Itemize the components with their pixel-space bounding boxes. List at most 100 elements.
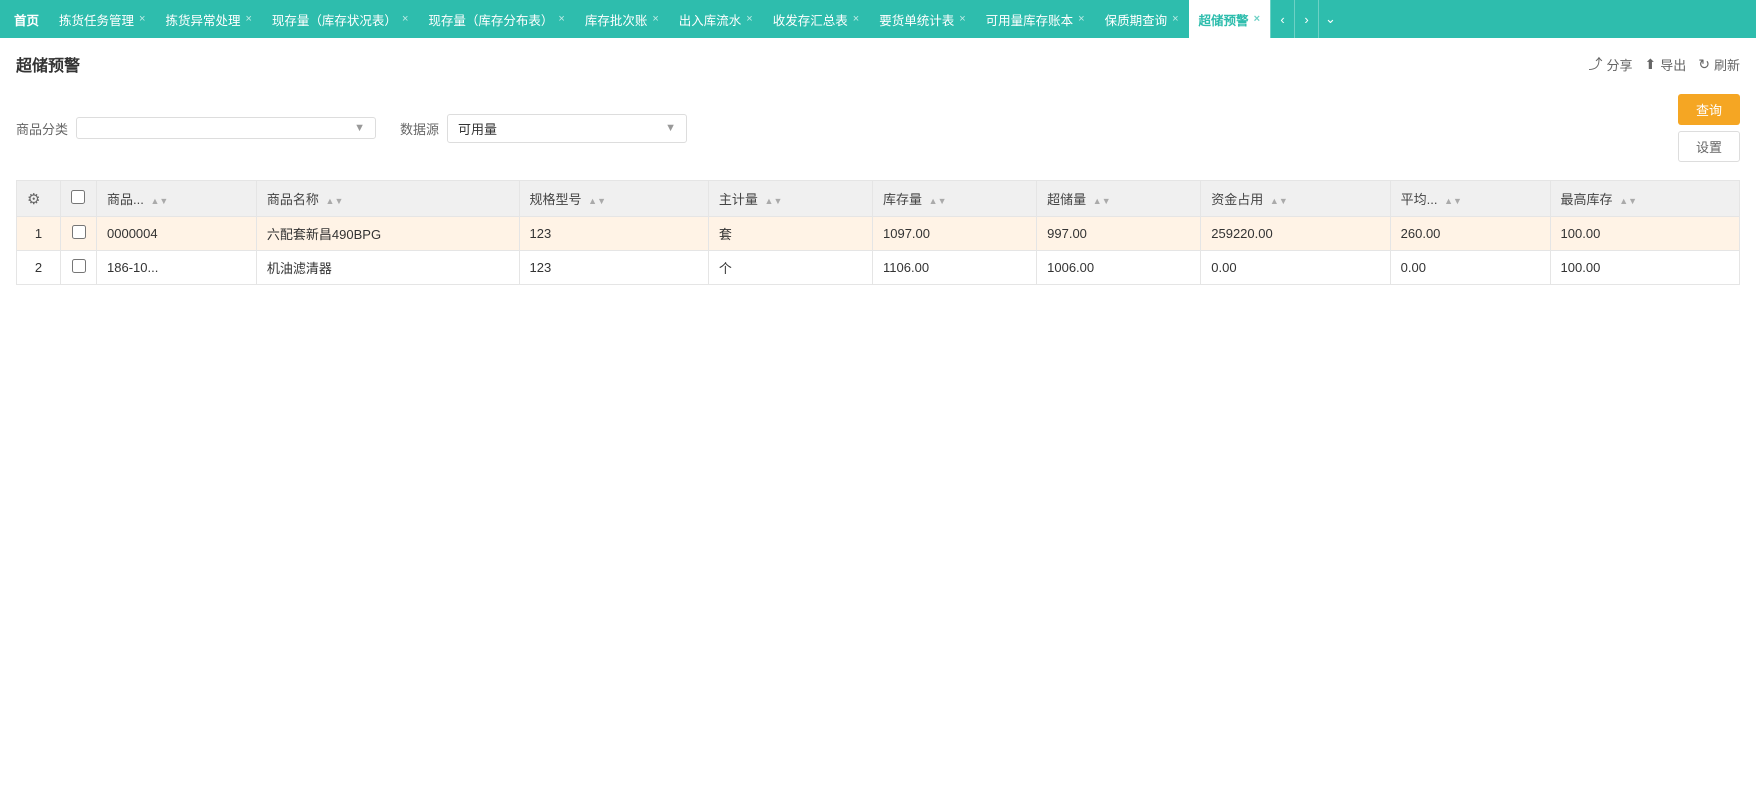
- th-spec: 规格型号 ▲▼: [519, 181, 708, 217]
- close-icon[interactable]: ×: [1172, 13, 1178, 25]
- datasource-filter: 数据源 可用量 ▼: [400, 114, 687, 143]
- row-seq: 2: [17, 251, 61, 285]
- select-all-checkbox[interactable]: [71, 190, 85, 204]
- nav-available-account[interactable]: 可用量库存账本 ×: [976, 0, 1095, 38]
- row-checkbox-cell: [61, 251, 97, 285]
- row-checkbox[interactable]: [72, 259, 86, 273]
- refresh-icon: ↻: [1698, 56, 1710, 73]
- cell-max-stock: 100.00: [1550, 251, 1739, 285]
- nav-picking-task[interactable]: 拣货任务管理 ×: [49, 0, 155, 38]
- cell-overstock: 997.00: [1037, 217, 1201, 251]
- cell-max-stock: 100.00: [1550, 217, 1739, 251]
- row-seq: 1: [17, 217, 61, 251]
- datasource-select[interactable]: 可用量 ▼: [447, 114, 687, 143]
- category-select[interactable]: ▼: [76, 117, 376, 139]
- th-avg: 平均... ▲▼: [1390, 181, 1550, 217]
- close-icon[interactable]: ×: [853, 13, 859, 25]
- sort-icon[interactable]: ▲▼: [150, 196, 168, 206]
- close-icon[interactable]: ×: [1254, 13, 1260, 25]
- close-icon[interactable]: ×: [652, 13, 658, 25]
- close-icon[interactable]: ×: [139, 13, 145, 25]
- settings-button[interactable]: 设置: [1678, 131, 1740, 162]
- cell-product-code: 0000004: [97, 217, 257, 251]
- export-button[interactable]: ⬆ 导出: [1645, 55, 1687, 74]
- row-checkbox[interactable]: [72, 225, 86, 239]
- nav-next-arrow[interactable]: ›: [1294, 0, 1318, 38]
- table-header: ⚙ 商品... ▲▼ 商品名称 ▲▼ 规格型号 ▲▼ 主计: [17, 181, 1740, 217]
- nav-summary[interactable]: 收发存汇总表 ×: [763, 0, 869, 38]
- nav-home[interactable]: 首页: [4, 0, 49, 38]
- datasource-value: 可用量: [458, 119, 497, 138]
- close-icon[interactable]: ×: [1078, 13, 1084, 25]
- close-icon[interactable]: ×: [959, 13, 965, 25]
- nav-stock-status[interactable]: 现存量（库存状况表） ×: [262, 0, 418, 38]
- nav-prev-arrow[interactable]: ‹: [1270, 0, 1294, 38]
- cell-unit: 个: [708, 251, 872, 285]
- th-stock: 库存量 ▲▼: [873, 181, 1037, 217]
- gear-icon[interactable]: ⚙: [27, 191, 40, 208]
- cell-unit: 套: [708, 217, 872, 251]
- share-button[interactable]: ⤴ 分享: [1588, 54, 1632, 74]
- refresh-button[interactable]: ↻ 刷新: [1698, 55, 1740, 74]
- page-content: 超储预警 ⤴ 分享 ⬆ 导出 ↻ 刷新 商品分类 ▼ 数据源: [0, 38, 1756, 800]
- table-row: 2 186-10... 机油滤清器 123 个 1106.00 1006.00 …: [17, 251, 1740, 285]
- cell-avg: 260.00: [1390, 217, 1550, 251]
- nav-overstock-warning[interactable]: 超储预警 ×: [1189, 0, 1270, 38]
- th-product-name: 商品名称 ▲▼: [256, 181, 519, 217]
- data-table: ⚙ 商品... ▲▼ 商品名称 ▲▼ 规格型号 ▲▼ 主计: [16, 180, 1740, 285]
- table-row: 1 0000004 六配套新昌490BPG 123 套 1097.00 997.…: [17, 217, 1740, 251]
- sort-icon[interactable]: ▲▼: [1619, 196, 1637, 206]
- nav-order-stats[interactable]: 要货单统计表 ×: [869, 0, 975, 38]
- th-max-stock: 最高库存 ▲▼: [1550, 181, 1739, 217]
- sort-icon[interactable]: ▲▼: [929, 196, 947, 206]
- nav-quality-query[interactable]: 保质期查询 ×: [1095, 0, 1189, 38]
- cell-spec: 123: [519, 251, 708, 285]
- category-label: 商品分类: [16, 119, 68, 138]
- cell-spec: 123: [519, 217, 708, 251]
- table-body: 1 0000004 六配套新昌490BPG 123 套 1097.00 997.…: [17, 217, 1740, 285]
- query-button[interactable]: 查询: [1678, 94, 1740, 125]
- th-settings: ⚙: [17, 181, 61, 217]
- top-navigation: 首页 拣货任务管理 × 拣货异常处理 × 现存量（库存状况表） × 现存量（库存…: [0, 0, 1756, 38]
- nav-batch-account[interactable]: 库存批次账 ×: [575, 0, 669, 38]
- th-unit: 主计量 ▲▼: [708, 181, 872, 217]
- cell-product-code: 186-10...: [97, 251, 257, 285]
- page-header: 超储预警 ⤴ 分享 ⬆ 导出 ↻ 刷新: [16, 52, 1740, 76]
- cell-overstock: 1006.00: [1037, 251, 1201, 285]
- filter-buttons: 查询 设置: [1678, 94, 1740, 162]
- category-filter: 商品分类 ▼: [16, 117, 376, 139]
- nav-stock-distribution[interactable]: 现存量（库存分布表） ×: [418, 0, 574, 38]
- share-icon: ⤴: [1588, 54, 1602, 74]
- nav-picking-exception[interactable]: 拣货异常处理 ×: [155, 0, 261, 38]
- sort-icon[interactable]: ▲▼: [765, 196, 783, 206]
- sort-icon[interactable]: ▲▼: [1444, 196, 1462, 206]
- close-icon[interactable]: ×: [746, 13, 752, 25]
- cell-capital: 259220.00: [1201, 217, 1390, 251]
- nav-menu-arrow[interactable]: ⌄: [1318, 0, 1342, 38]
- sort-icon[interactable]: ▲▼: [588, 196, 606, 206]
- filter-area: 商品分类 ▼ 数据源 可用量 ▼ 查询 设置: [16, 90, 1740, 166]
- page-title: 超储预警: [16, 52, 80, 76]
- sort-icon[interactable]: ▲▼: [326, 196, 344, 206]
- th-overstock: 超储量 ▲▼: [1037, 181, 1201, 217]
- cell-product-name: 六配套新昌490BPG: [256, 217, 519, 251]
- sort-icon[interactable]: ▲▼: [1093, 196, 1111, 206]
- close-icon[interactable]: ×: [558, 13, 564, 25]
- close-icon[interactable]: ×: [245, 13, 251, 25]
- export-icon: ⬆: [1645, 56, 1657, 73]
- th-product-code: 商品... ▲▼: [97, 181, 257, 217]
- header-actions: ⤴ 分享 ⬆ 导出 ↻ 刷新: [1588, 54, 1740, 74]
- chevron-down-icon: ▼: [354, 122, 365, 134]
- th-checkbox: [61, 181, 97, 217]
- cell-capital: 0.00: [1201, 251, 1390, 285]
- cell-avg: 0.00: [1390, 251, 1550, 285]
- cell-stock: 1106.00: [873, 251, 1037, 285]
- cell-stock: 1097.00: [873, 217, 1037, 251]
- nav-inout-flow[interactable]: 出入库流水 ×: [669, 0, 763, 38]
- sort-icon[interactable]: ▲▼: [1270, 196, 1288, 206]
- close-icon[interactable]: ×: [402, 13, 408, 25]
- datasource-label: 数据源: [400, 119, 439, 138]
- row-checkbox-cell: [61, 217, 97, 251]
- chevron-down-icon: ▼: [665, 122, 676, 134]
- th-capital: 资金占用 ▲▼: [1201, 181, 1390, 217]
